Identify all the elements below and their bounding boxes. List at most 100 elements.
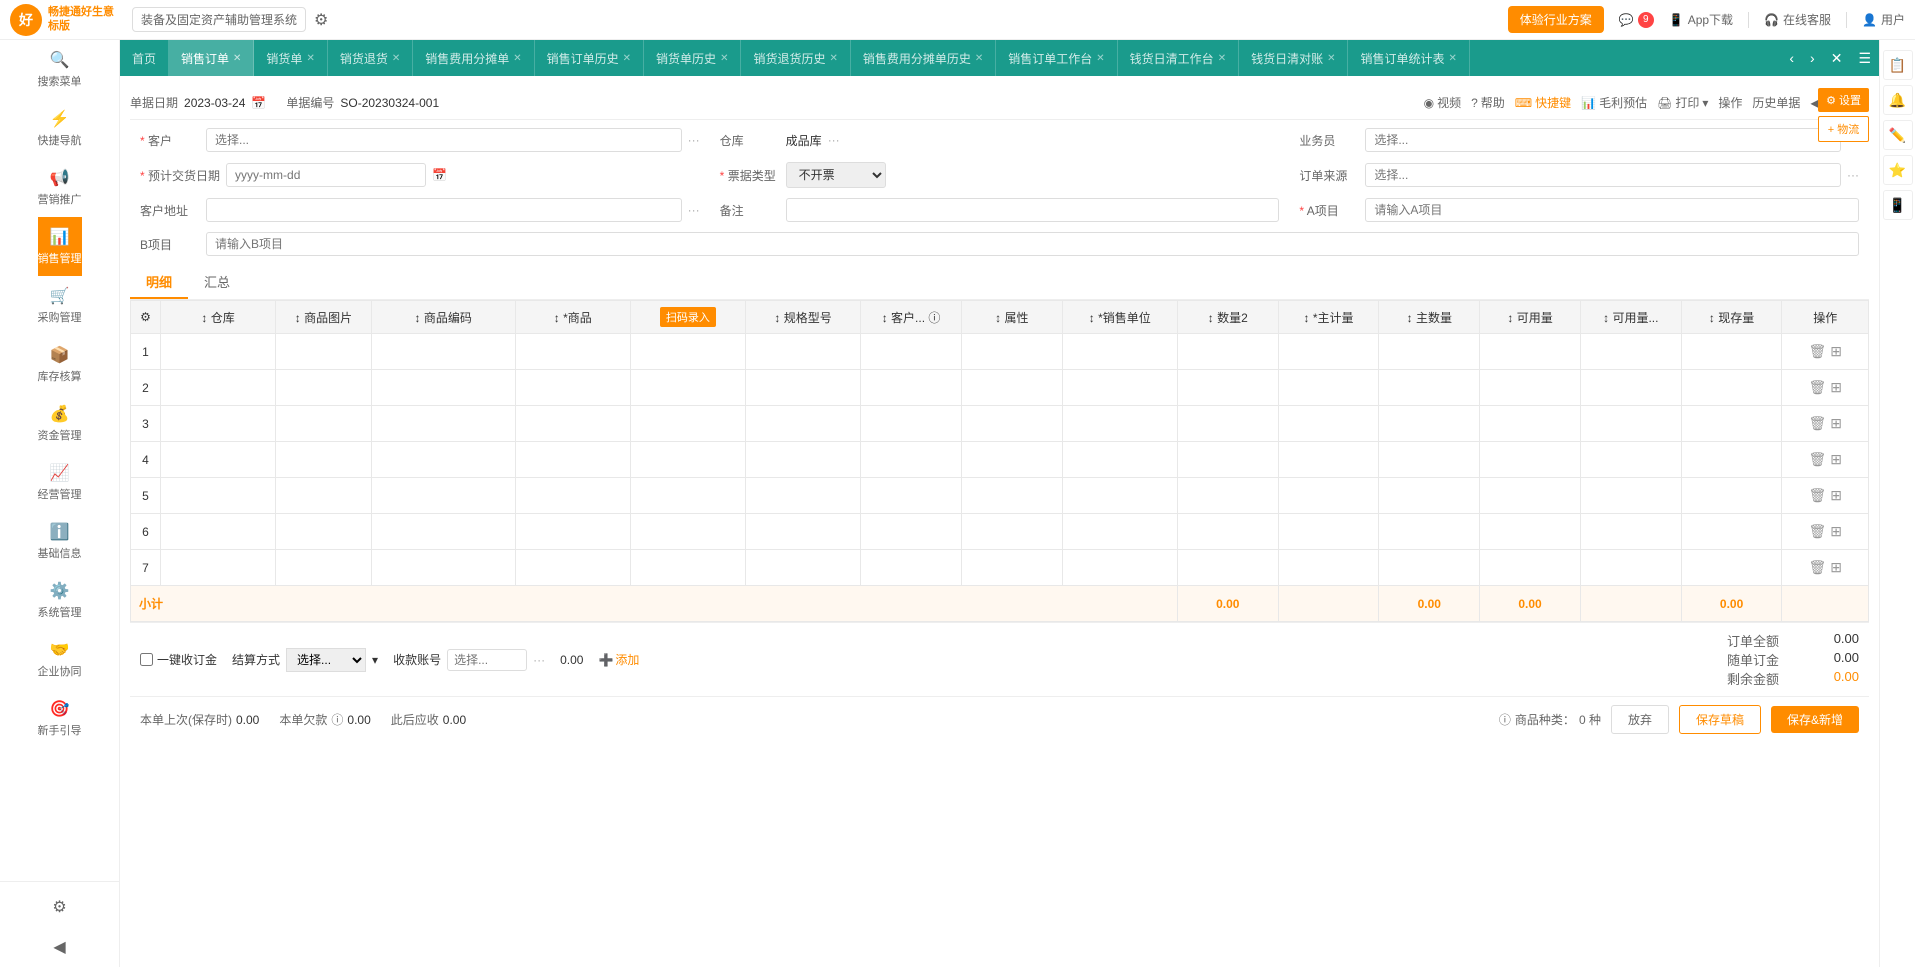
row-unit-4[interactable]	[1062, 478, 1177, 514]
add-button[interactable]: ➕ 添加	[598, 651, 639, 668]
message-icon-item[interactable]: 💬 9	[1619, 12, 1654, 28]
row-cust-1[interactable]	[861, 370, 962, 406]
row-unit-0[interactable]	[1062, 334, 1177, 370]
row-warehouse-6[interactable]	[161, 550, 276, 586]
row-unit-6[interactable]	[1062, 550, 1177, 586]
row-spec-2[interactable]	[746, 406, 861, 442]
one-click-checkbox[interactable]	[140, 653, 153, 666]
sidebar-item-9[interactable]: ⚙️系统管理	[38, 571, 82, 630]
row-copy-icon-2[interactable]: ⊞	[1830, 415, 1842, 432]
row-avail2-3[interactable]	[1580, 442, 1681, 478]
th-avail[interactable]: ↕ 可用量	[1480, 301, 1581, 334]
online-service-item[interactable]: 🎧 在线客服	[1764, 11, 1831, 28]
row-avail-3[interactable]	[1480, 442, 1581, 478]
row-spec-0[interactable]	[746, 334, 861, 370]
row-avail-4[interactable]	[1480, 478, 1581, 514]
row-cust-3[interactable]	[861, 442, 962, 478]
tab-2[interactable]: 销货单✕	[254, 40, 327, 76]
profit-btn[interactable]: 📊 毛利预估	[1581, 94, 1647, 111]
tab-detail[interactable]: 明细	[130, 266, 188, 299]
tab-next-btn[interactable]: ›	[1802, 50, 1823, 66]
row-code-0[interactable]	[371, 334, 515, 370]
row-main-unit-5[interactable]	[1278, 514, 1379, 550]
tab-7[interactable]: 销货退货历史✕	[741, 40, 850, 76]
add-goods-btn[interactable]: + 物流	[1818, 116, 1869, 142]
tab-summary[interactable]: 汇总	[188, 266, 246, 299]
row-main-unit-0[interactable]	[1278, 334, 1379, 370]
rp-icon-1[interactable]: 📋	[1883, 50, 1913, 80]
shortcut-btn[interactable]: ⌨ 快捷键	[1515, 94, 1571, 111]
th-setting[interactable]: ⚙	[131, 301, 161, 334]
delivery-input[interactable]	[226, 163, 426, 187]
tab-3[interactable]: 销货退货✕	[328, 40, 413, 76]
th-cust-code[interactable]: ↕ 客户... ⓘ	[861, 301, 962, 334]
account-more-icon[interactable]: ···	[533, 653, 545, 667]
system-settings-icon[interactable]: ⚙	[314, 10, 328, 30]
tab-close-9[interactable]: ✕	[1096, 53, 1104, 64]
row-attr-6[interactable]	[961, 550, 1062, 586]
sidebar-item-3[interactable]: 📊销售管理	[38, 217, 82, 276]
trial-button[interactable]: 体验行业方案	[1508, 6, 1604, 33]
row-stock-0[interactable]	[1681, 334, 1782, 370]
th-warehouse[interactable]: ↕ 仓库	[161, 301, 276, 334]
save-draft-button[interactable]: 保存草稿	[1679, 705, 1761, 734]
row-qty2-1[interactable]	[1177, 370, 1278, 406]
customer-more-icon[interactable]: ···	[688, 133, 700, 147]
sidebar-item-6[interactable]: 💰资金管理	[38, 394, 82, 453]
tab-close-10[interactable]: ✕	[1218, 53, 1226, 64]
row-copy-icon-4[interactable]: ⊞	[1830, 487, 1842, 504]
settings-btn[interactable]: ⚙ 设置	[1818, 88, 1869, 112]
row-copy-icon-3[interactable]: ⊞	[1830, 451, 1842, 468]
row-main-qty-4[interactable]	[1379, 478, 1480, 514]
tab-close-1[interactable]: ✕	[233, 53, 241, 64]
row-warehouse-1[interactable]	[161, 370, 276, 406]
row-spec-6[interactable]	[746, 550, 861, 586]
rp-icon-4[interactable]: ⭐	[1883, 155, 1913, 185]
tab-close-11[interactable]: ✕	[1327, 53, 1335, 64]
sidebar-collapse[interactable]: ◀	[0, 927, 119, 967]
row-stock-2[interactable]	[1681, 406, 1782, 442]
row-qty2-2[interactable]	[1177, 406, 1278, 442]
row-cust-4[interactable]	[861, 478, 962, 514]
row-unit-2[interactable]	[1062, 406, 1177, 442]
tab-close-5[interactable]: ✕	[623, 53, 631, 64]
discard-button[interactable]: 放弃	[1611, 705, 1669, 734]
user-item[interactable]: 👤 用户	[1862, 11, 1905, 28]
rp-icon-5[interactable]: 📱	[1883, 190, 1913, 220]
address-input[interactable]	[206, 198, 682, 222]
row-delete-icon-6[interactable]: 🗑	[1808, 559, 1826, 576]
th-unit[interactable]: ↕ *销售单位	[1062, 301, 1177, 334]
row-name-2[interactable]	[515, 406, 630, 442]
row-avail-1[interactable]	[1480, 370, 1581, 406]
row-main-unit-3[interactable]	[1278, 442, 1379, 478]
row-main-qty-5[interactable]	[1379, 514, 1480, 550]
row-copy-icon-0[interactable]: ⊞	[1830, 343, 1842, 360]
row-unit-5[interactable]	[1062, 514, 1177, 550]
row-qty2-6[interactable]	[1177, 550, 1278, 586]
row-avail-5[interactable]	[1480, 514, 1581, 550]
row-main-qty-3[interactable]	[1379, 442, 1480, 478]
row-copy-icon-5[interactable]: ⊞	[1830, 523, 1842, 540]
row-stock-5[interactable]	[1681, 514, 1782, 550]
print-btn[interactable]: 🖨 打印 ▾	[1657, 94, 1708, 111]
sidebar-item-8[interactable]: ℹ️基础信息	[38, 512, 82, 571]
th-stock[interactable]: ↕ 现存量	[1681, 301, 1782, 334]
sidebar-item-2[interactable]: 📢营销推广	[38, 158, 82, 217]
sidebar-item-4[interactable]: 🛒采购管理	[38, 276, 82, 335]
row-copy-icon-1[interactable]: ⊞	[1830, 379, 1842, 396]
app-download-item[interactable]: 📱 App下载	[1669, 11, 1733, 28]
tab-9[interactable]: 销售订单工作台✕	[996, 40, 1117, 76]
th-spec[interactable]: ↕ 规格型号	[746, 301, 861, 334]
row-attr-4[interactable]	[961, 478, 1062, 514]
sidebar-item-11[interactable]: 🎯新手引导	[38, 689, 82, 748]
row-cust-2[interactable]	[861, 406, 962, 442]
row-name-0[interactable]	[515, 334, 630, 370]
account-input[interactable]	[447, 649, 527, 671]
tab-6[interactable]: 销货单历史✕	[644, 40, 741, 76]
row-main-unit-2[interactable]	[1278, 406, 1379, 442]
row-delete-icon-4[interactable]: 🗑	[1808, 487, 1826, 504]
row-qty2-0[interactable]	[1177, 334, 1278, 370]
scan-button[interactable]: 扫码录入	[660, 307, 716, 327]
warehouse-more-icon[interactable]: ···	[828, 133, 840, 147]
salesperson-input[interactable]	[1365, 128, 1841, 152]
